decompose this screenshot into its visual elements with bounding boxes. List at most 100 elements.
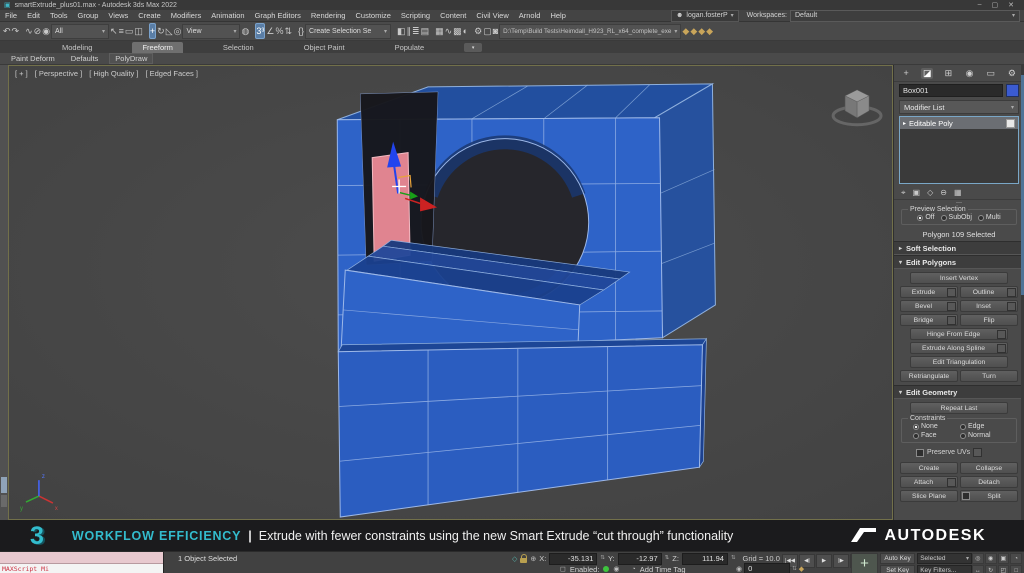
viewport-label-part[interactable]: [ High Quality ] — [89, 69, 138, 78]
snap-toggle-3d-icon[interactable]: 3³ ▾ — [255, 23, 265, 39]
panel-button[interactable]: Split — [960, 490, 1018, 502]
panel-button[interactable]: Flip — [960, 314, 1018, 326]
modifier-stack[interactable]: ▸ Editable Poly — [899, 116, 1019, 184]
spinner-snap-icon[interactable]: ⇅ ▾ — [284, 23, 292, 39]
settings-box-icon[interactable] — [1007, 302, 1016, 311]
panel-button[interactable]: Create — [900, 462, 958, 474]
zoom-all-icon[interactable]: ◉ — [985, 553, 997, 564]
settings-box-icon[interactable] — [947, 316, 956, 325]
mute-icon[interactable]: ◻ — [560, 565, 566, 573]
mirror-icon[interactable]: ◧ ▾ — [397, 23, 406, 39]
render-queue-icon[interactable]: ◆ ▾ — [698, 23, 705, 39]
render-iterative-icon[interactable]: ◆ ▾ — [690, 23, 697, 39]
maxscript-mini-listener[interactable]: MAXScript Mi — [0, 552, 164, 573]
pan-icon[interactable]: ↔ — [972, 565, 984, 573]
panel-button[interactable]: Bevel — [900, 300, 958, 312]
menu-item[interactable]: Edit — [22, 11, 45, 20]
menu-item[interactable]: Modifiers — [166, 11, 206, 20]
ribbon-tab[interactable]: Modeling — [52, 42, 102, 53]
spinner-icon[interactable]: ⇅ — [600, 556, 605, 561]
menu-item[interactable]: Content — [435, 11, 471, 20]
render-preset-icon[interactable]: ◆ ▾ — [682, 23, 689, 39]
settings-box-icon[interactable] — [997, 330, 1006, 339]
spinner-icon[interactable]: ⇅ — [731, 556, 736, 561]
menu-item[interactable]: Group — [73, 11, 104, 20]
minimize-button[interactable]: – — [978, 1, 982, 9]
panel-button[interactable]: Bridge — [900, 314, 958, 326]
modifier-toggle-icon[interactable] — [1006, 119, 1015, 128]
auto-key-button[interactable]: Auto Key — [880, 553, 915, 564]
zoom-icon[interactable]: ◎ — [972, 553, 984, 564]
panel-button[interactable]: Retriangulate — [900, 370, 958, 382]
ribbon-subtab[interactable]: PolyDraw — [109, 53, 153, 64]
named-selection-sets-icon[interactable]: {} ▾ — [298, 23, 304, 39]
rollout-edit-geometry[interactable]: ▾ Edit Geometry — [894, 385, 1024, 399]
panel-button[interactable]: Hinge From Edge — [910, 328, 1008, 340]
select-and-move-icon[interactable]: + ▾ — [149, 23, 156, 39]
panel-button[interactable]: Insert Vertex — [910, 272, 1008, 284]
settings-box-icon[interactable] — [947, 288, 956, 297]
bind-to-spacewarp-icon[interactable]: ◉ ▾ — [42, 23, 50, 39]
menu-item[interactable]: Customize — [350, 11, 395, 20]
close-button[interactable]: ✕ — [1008, 1, 1014, 9]
panel-button[interactable]: Outline — [960, 286, 1018, 298]
viewport-3d[interactable]: [ + ][ Perspective ][ High Quality ][ Ed… — [8, 65, 893, 520]
menu-item[interactable]: Civil View — [471, 11, 513, 20]
redo-icon[interactable]: ↷ ▾ — [12, 23, 20, 39]
constraint-radio[interactable]: Face — [913, 432, 958, 439]
selection-filter-dropdown[interactable]: All ▾ — [51, 23, 109, 39]
modifier-stack-item[interactable]: ▸ Editable Poly — [900, 117, 1018, 129]
isolate-selection-icon[interactable]: ◇ — [512, 555, 517, 563]
settings-box-icon[interactable] — [947, 478, 956, 487]
preview-selection-radio[interactable]: Off — [917, 214, 934, 221]
ribbon-subtab[interactable]: Paint Deform — [6, 54, 60, 63]
select-and-link-icon[interactable]: ∿ ▾ — [25, 23, 33, 39]
panel-button[interactable]: Inset — [960, 300, 1018, 312]
panel-button[interactable]: Slice Plane — [900, 490, 958, 502]
y-coordinate-field[interactable]: -12.97 — [618, 553, 662, 565]
viewport-label-part[interactable]: [ Perspective ] — [35, 69, 83, 78]
percent-snap-icon[interactable]: % ▾ — [275, 23, 283, 39]
scene-explorer-icon[interactable]: ▤ ▾ — [421, 23, 430, 39]
pin-stack-icon[interactable]: ⌖ — [901, 188, 906, 198]
user-account-menu[interactable]: ☻ logan.fosterP ▾ — [671, 10, 739, 22]
orbit-icon[interactable]: ↻ — [985, 565, 997, 573]
use-pivot-center-icon[interactable]: ◍ ▾ — [241, 23, 249, 39]
unlink-selection-icon[interactable]: ⊘ ▾ — [34, 23, 42, 39]
schematic-view-icon[interactable]: ▩ ▾ — [453, 23, 462, 39]
select-by-name-icon[interactable]: ≡ ▾ — [119, 23, 124, 39]
add-time-tag[interactable]: Add Time Tag — [640, 565, 686, 573]
panel-button[interactable]: Edit Triangulation — [910, 356, 1008, 368]
play-button[interactable]: ▶ — [816, 554, 832, 568]
hierarchy-tab-icon[interactable]: ⊞ — [942, 68, 954, 79]
panel-button[interactable]: Extrude — [900, 286, 958, 298]
create-tab-icon[interactable]: + — [900, 68, 912, 78]
sound-toggle-icon[interactable]: ◉ — [613, 565, 619, 573]
display-tab-icon[interactable]: ▭ — [985, 68, 997, 79]
panel-button[interactable]: Attach — [900, 476, 958, 488]
reference-coordinate-dropdown[interactable]: View ▾ — [182, 23, 240, 39]
absolute-offset-toggle-icon[interactable]: ⊕ — [530, 555, 536, 563]
curve-editor-icon[interactable]: ∿ ▾ — [445, 23, 453, 39]
settings-box-icon[interactable] — [997, 344, 1006, 353]
settings-box-icon[interactable] — [1007, 288, 1016, 297]
spinner-icon[interactable]: ⇅ — [665, 556, 670, 561]
modifier-list-dropdown[interactable]: Modifier List ▾ — [899, 100, 1019, 114]
current-frame-field[interactable]: 0 — [744, 563, 790, 573]
undo-icon[interactable]: ↶ ▾ — [3, 23, 11, 39]
workspace-dropdown[interactable]: Default ▾ — [790, 10, 1020, 22]
preview-selection-radio[interactable]: Multi — [978, 214, 1001, 221]
select-and-scale-icon[interactable]: ◺ ▾ — [166, 23, 173, 39]
maximize-button[interactable]: ▢ — [992, 1, 999, 9]
selection-lock-icon[interactable] — [520, 558, 527, 563]
checkbox-icon[interactable] — [962, 492, 970, 500]
render-setup-icon[interactable]: ⚙ ▾ — [474, 23, 482, 39]
menu-item[interactable]: Scripting — [396, 11, 435, 20]
menu-item[interactable]: Help — [545, 11, 570, 20]
ribbon-toggle-icon[interactable]: ▦ ▾ — [435, 23, 444, 39]
menu-item[interactable]: Views — [103, 11, 133, 20]
x-coordinate-field[interactable]: -35.131 — [549, 553, 597, 565]
panel-button[interactable]: Detach — [960, 476, 1018, 488]
ribbon-tab[interactable]: Object Paint — [294, 42, 355, 53]
preview-selection-radio[interactable]: SubObj — [941, 214, 972, 221]
